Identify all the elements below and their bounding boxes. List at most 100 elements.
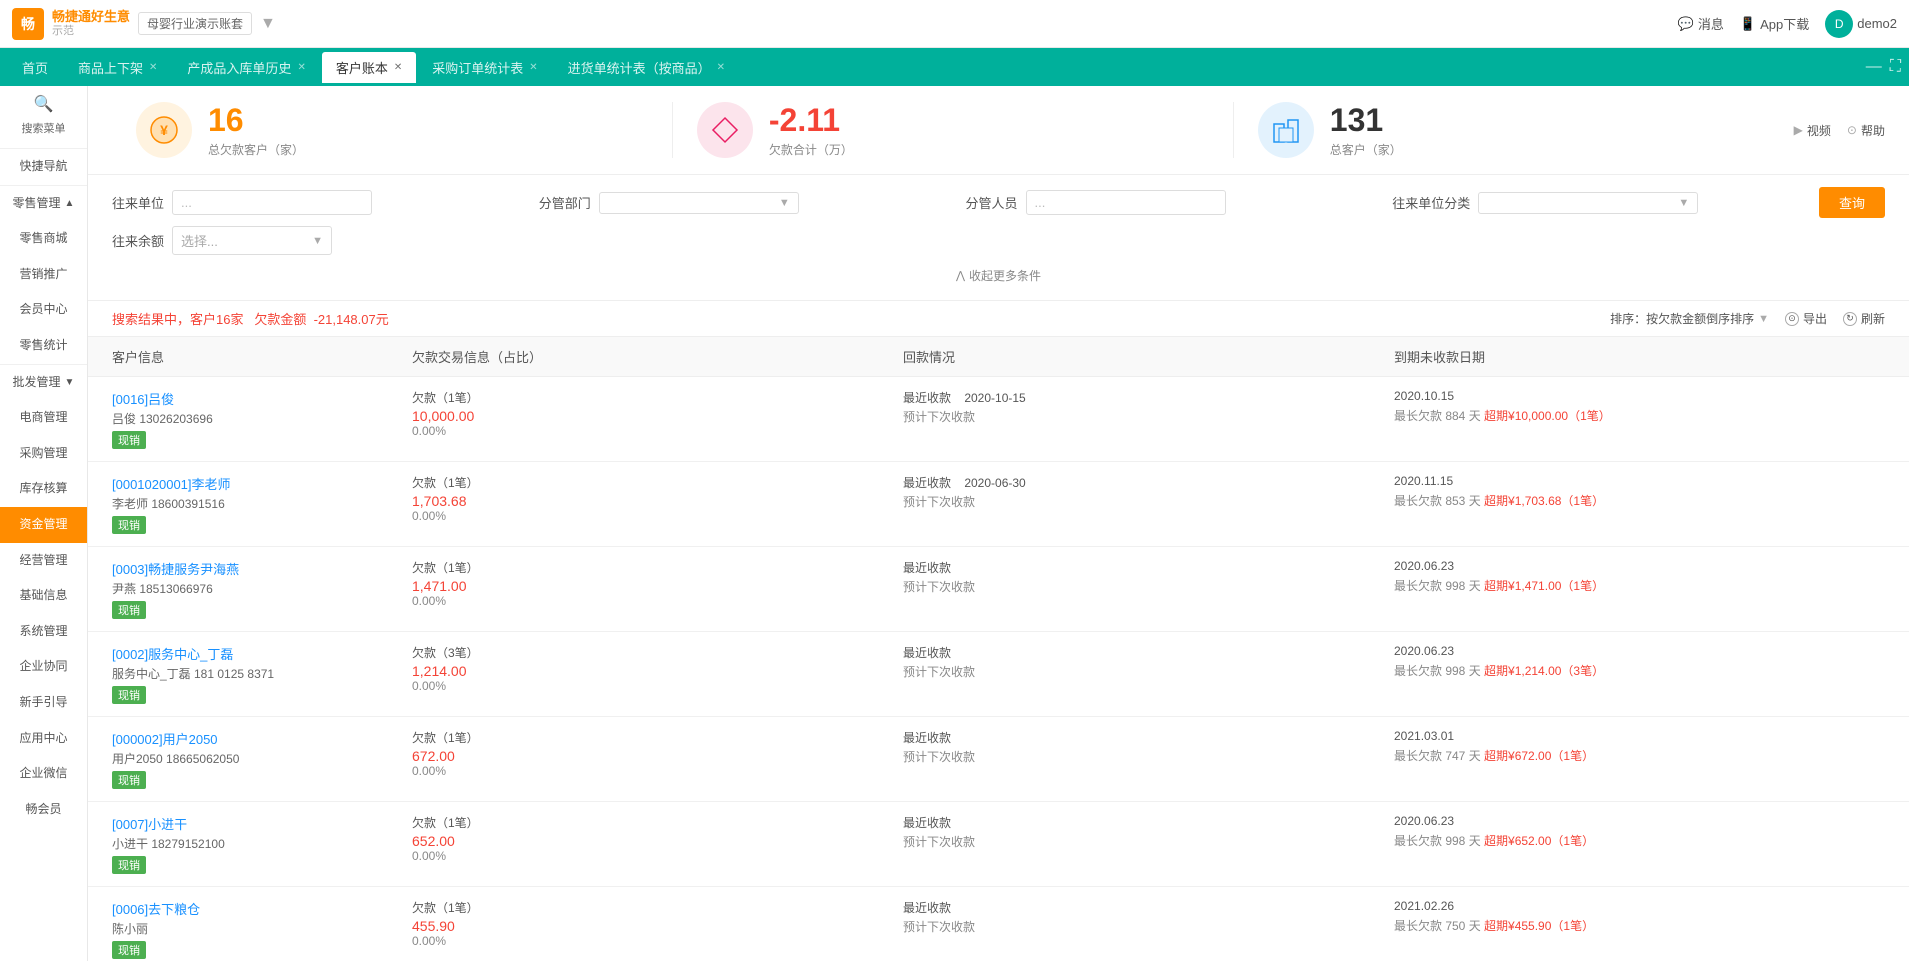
debt-amount-2: 1,703.68 [412,493,903,509]
overdue-days-5: 最长欠款 747 天 超期¥672.00（1笔） [1394,747,1885,764]
sidebar-item-purchase-mgmt[interactable]: 采购管理 [0,436,87,472]
customer-name-5[interactable]: [000002]用户2050 [112,732,218,747]
debt-amount-5: 672.00 [412,748,903,764]
overdue-amount-7[interactable]: 超期¥455.90（1笔） [1484,919,1594,933]
tab-purchase-order-close[interactable]: ✕ [529,62,537,73]
sidebar-item-retail-stats[interactable]: 零售统计 [0,328,87,364]
overdue-amount-3[interactable]: 超期¥1,471.00（1笔） [1484,579,1604,593]
store-selector[interactable]: 母婴行业演示账套 [138,12,252,35]
debt-info-text-6: 欠款（1笔） [412,814,903,831]
sidebar-item-marketing[interactable]: 营销推广 [0,257,87,293]
overdue-amount-6[interactable]: 超期¥652.00（1笔） [1484,834,1594,848]
result-debt-value: -21,148.07元 [314,312,389,327]
customer-name-2[interactable]: [0001020001]李老师 [112,477,231,492]
customer-info-5: [000002]用户2050 用户2050 18665062050 现销 [112,729,412,789]
tab-home[interactable]: 首页 [8,52,62,83]
tab-purchase-stats-close[interactable]: ✕ [717,62,725,73]
app-download-action[interactable]: 📱 App下载 [1740,14,1809,33]
sidebar-item-app-center[interactable]: 应用中心 [0,721,87,757]
sidebar-item-inventory[interactable]: 库存核算 [0,471,87,507]
user-action[interactable]: D demo2 [1825,10,1897,38]
customer-name-7[interactable]: [0006]去下粮仓 [112,902,200,917]
overdue-amount-1[interactable]: 超期¥10,000.00（1笔） [1484,409,1611,423]
balance-placeholder: 选择... [181,231,312,250]
message-action[interactable]: 💬 消息 [1678,14,1724,33]
sidebar-item-retail-mall[interactable]: 零售商城 [0,221,87,257]
due-date-2: 2020.11.15 [1394,474,1885,488]
recovery-3: 最近收款 预计下次收款 [903,559,1394,595]
customer-name-3[interactable]: [0003]畅捷服务尹海燕 [112,562,239,577]
recovery-7: 最近收款 预计下次收款 [903,899,1394,935]
balance-select[interactable]: 选择... ▼ [172,226,332,255]
sort-button[interactable]: 排序：按欠款金额倒序排序 ▼ [1610,310,1769,327]
tab-customer-account[interactable]: 客户账本 ✕ [322,52,416,83]
customer-tag-3: 现销 [112,601,146,619]
overdue-amount-2[interactable]: 超期¥1,703.68（1笔） [1484,494,1604,508]
customer-info-3: [0003]畅捷服务尹海燕 尹燕 18513066976 现销 [112,559,412,619]
basic-info-label: 基础信息 [19,588,67,602]
video-action[interactable]: ▶ 视频 [1794,122,1831,139]
dept-select[interactable]: ▼ [599,192,799,214]
unit-class-select[interactable]: ▼ [1478,192,1698,214]
customer-name-1[interactable]: [0016]吕俊 [112,392,174,407]
debt-info-4: 欠款（3笔） 1,214.00 0.00% [412,644,903,693]
person-input-wrap[interactable]: ... [1026,190,1226,215]
table-row: [0001020001]李老师 李老师 18600391516 现销 欠款（1笔… [88,462,1909,547]
customer-name-4[interactable]: [0002]服务中心_丁磊 [112,647,233,662]
tab-maximize-icon[interactable]: ⛶ [1890,58,1901,76]
debt-info-2: 欠款（1笔） 1,703.68 0.00% [412,474,903,523]
overdue-amount-4[interactable]: 超期¥1,214.00（3笔） [1484,664,1604,678]
sidebar-item-ecommerce[interactable]: 电商管理 [0,400,87,436]
retail-stats-label: 零售统计 [19,338,67,352]
query-button[interactable]: 查询 [1819,187,1885,218]
customer-info-6: [0007]小进干 小进干 18279152100 现销 [112,814,412,874]
sidebar-item-system[interactable]: 系统管理 [0,614,87,650]
sidebar-item-member[interactable]: 会员中心 [0,292,87,328]
sidebar-item-basic-info[interactable]: 基础信息 [0,578,87,614]
debt-info-text-4: 欠款（3笔） [412,644,903,661]
filter-row-2: 往来余额 选择... ▼ [112,226,1885,255]
tab-purchase-stats[interactable]: 进货单统计表（按商品） ✕ [554,52,739,83]
export-button[interactable]: ⊙ 导出 [1785,310,1827,327]
sidebar-search-area[interactable]: 🔍 搜索菜单 [0,86,87,149]
tab-bar: 首页 商品上下架 ✕ 产成品入库单历史 ✕ 客户账本 ✕ 采购订单统计表 ✕ 进… [0,48,1909,86]
tab-product-off-close[interactable]: ✕ [149,62,157,73]
stat-card-1: ¥ 16 总欠款客户（家） [112,102,672,158]
sidebar-item-enterprise[interactable]: 企业协同 [0,649,87,685]
col-header-due: 到期未收款日期 [1394,347,1885,366]
sidebar-item-quick-nav[interactable]: 快捷导航 [0,149,87,185]
tab-product-history[interactable]: 产成品入库单历史 ✕ [173,52,319,83]
help-action[interactable]: ⊙ 帮助 [1847,122,1885,139]
stat-1-info: 16 总欠款客户（家） [208,102,304,158]
sidebar-item-wechat[interactable]: 企业微信 [0,756,87,792]
sidebar-item-vip[interactable]: 畅会员 [0,792,87,828]
debt-info-6: 欠款（1笔） 652.00 0.00% [412,814,903,863]
tab-purchase-order[interactable]: 采购订单统计表 ✕ [418,52,551,83]
sidebar-search-label[interactable]: 搜索菜单 [4,116,83,140]
customer-info-4: [0002]服务中心_丁磊 服务中心_丁磊 181 0125 8371 现销 [112,644,412,704]
sidebar-item-batch-mgmt[interactable]: 批发管理 ▼ [0,365,87,401]
sidebar-item-finance[interactable]: 资金管理 [0,507,87,543]
debt-info-1: 欠款（1笔） 10,000.00 0.00% [412,389,903,438]
sidebar-item-ops[interactable]: 经营管理 [0,543,87,579]
tab-minimize-icon[interactable]: — [1866,58,1882,76]
collapse-button[interactable]: ⋀ 收起更多条件 [112,263,1885,288]
new-guide-label: 新手引导 [19,695,67,709]
tab-customer-account-close[interactable]: ✕ [394,62,402,73]
refresh-button[interactable]: ↻ 刷新 [1843,310,1885,327]
col-header-customer: 客户信息 [112,347,412,366]
source-unit-label: 往来单位 [112,193,164,212]
filter-balance: 往来余额 选择... ▼ [112,226,392,255]
store-dropdown-icon[interactable]: ▼ [260,15,276,33]
enterprise-label: 企业协同 [19,659,67,673]
sidebar-item-new-guide[interactable]: 新手引导 [0,685,87,721]
sidebar-item-retail-mgmt[interactable]: 零售管理 ▲ [0,186,87,222]
stat-actions: ▶ 视频 ⊙ 帮助 [1794,122,1885,139]
source-unit-input-wrap[interactable]: ... [172,190,372,215]
customer-name-6[interactable]: [0007]小进干 [112,817,187,832]
overdue-amount-5[interactable]: 超期¥672.00（1笔） [1484,749,1594,763]
due-date-4: 2020.06.23 [1394,644,1885,658]
tab-product-history-close[interactable]: ✕ [297,62,305,73]
tab-product-off[interactable]: 商品上下架 ✕ [64,52,171,83]
tab-purchase-stats-label: 进货单统计表（按商品） [568,58,711,77]
